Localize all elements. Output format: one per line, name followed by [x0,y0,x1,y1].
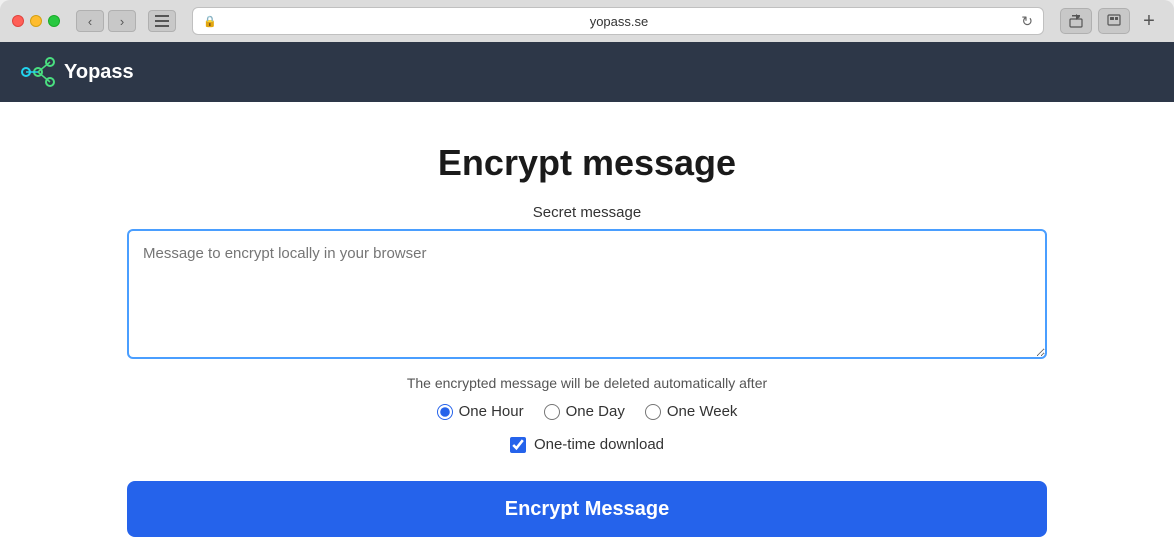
brand-icon [20,54,56,90]
message-textarea[interactable] [127,229,1047,359]
new-tab-button[interactable]: + [1136,8,1162,34]
one-day-option[interactable]: One Day [544,403,625,420]
one-time-download-option[interactable]: One-time download [510,436,664,453]
maximize-button[interactable] [48,15,60,27]
share-nodes-icon [20,54,56,90]
encrypt-button[interactable]: Encrypt Message [127,481,1047,537]
main-content: Encrypt message Secret message The encry… [107,102,1067,557]
url-text: yopass.se [223,14,1016,29]
tab-overview-button[interactable] [1098,8,1130,34]
one-day-radio[interactable] [544,404,560,420]
one-hour-radio[interactable] [437,404,453,420]
app-window: Yopass Encrypt message Secret message Th… [0,42,1174,557]
reload-button[interactable]: ↻ [1021,13,1033,30]
secret-message-label: Secret message [533,204,641,221]
browser-actions: + [1060,8,1162,34]
minimize-button[interactable] [30,15,42,27]
one-week-label: One Week [667,403,738,420]
lock-icon: 🔒 [203,15,217,28]
close-button[interactable] [12,15,24,27]
one-week-option[interactable]: One Week [645,403,738,420]
one-time-download-checkbox[interactable] [510,437,526,453]
page-title: Encrypt message [127,142,1047,184]
back-button[interactable]: ‹ [76,10,104,32]
forward-button[interactable]: › [108,10,136,32]
sidebar-icon [155,15,169,27]
share-button[interactable] [1060,8,1092,34]
brand: Yopass [20,54,134,90]
one-time-download-label: One-time download [534,436,664,453]
share-icon [1069,14,1083,28]
one-week-radio[interactable] [645,404,661,420]
address-bar[interactable]: 🔒 yopass.se ↻ [192,7,1044,35]
one-day-label: One Day [566,403,625,420]
one-hour-option[interactable]: One Hour [437,403,524,420]
deletion-info-text: The encrypted message will be deleted au… [407,375,767,391]
tab-overview-icon [1107,14,1121,28]
sidebar-toggle-button[interactable] [148,10,176,32]
brand-name: Yopass [64,61,134,84]
form-section: Secret message The encrypted message wil… [127,204,1047,537]
traffic-lights [12,15,60,27]
navbar: Yopass [0,42,1174,102]
one-hour-label: One Hour [459,403,524,420]
title-bar: ‹ › 🔒 yopass.se ↻ [0,0,1174,42]
nav-buttons: ‹ › [76,10,136,32]
expiry-radio-group: One Hour One Day One Week [437,403,738,420]
browser-window: ‹ › 🔒 yopass.se ↻ [0,0,1174,557]
